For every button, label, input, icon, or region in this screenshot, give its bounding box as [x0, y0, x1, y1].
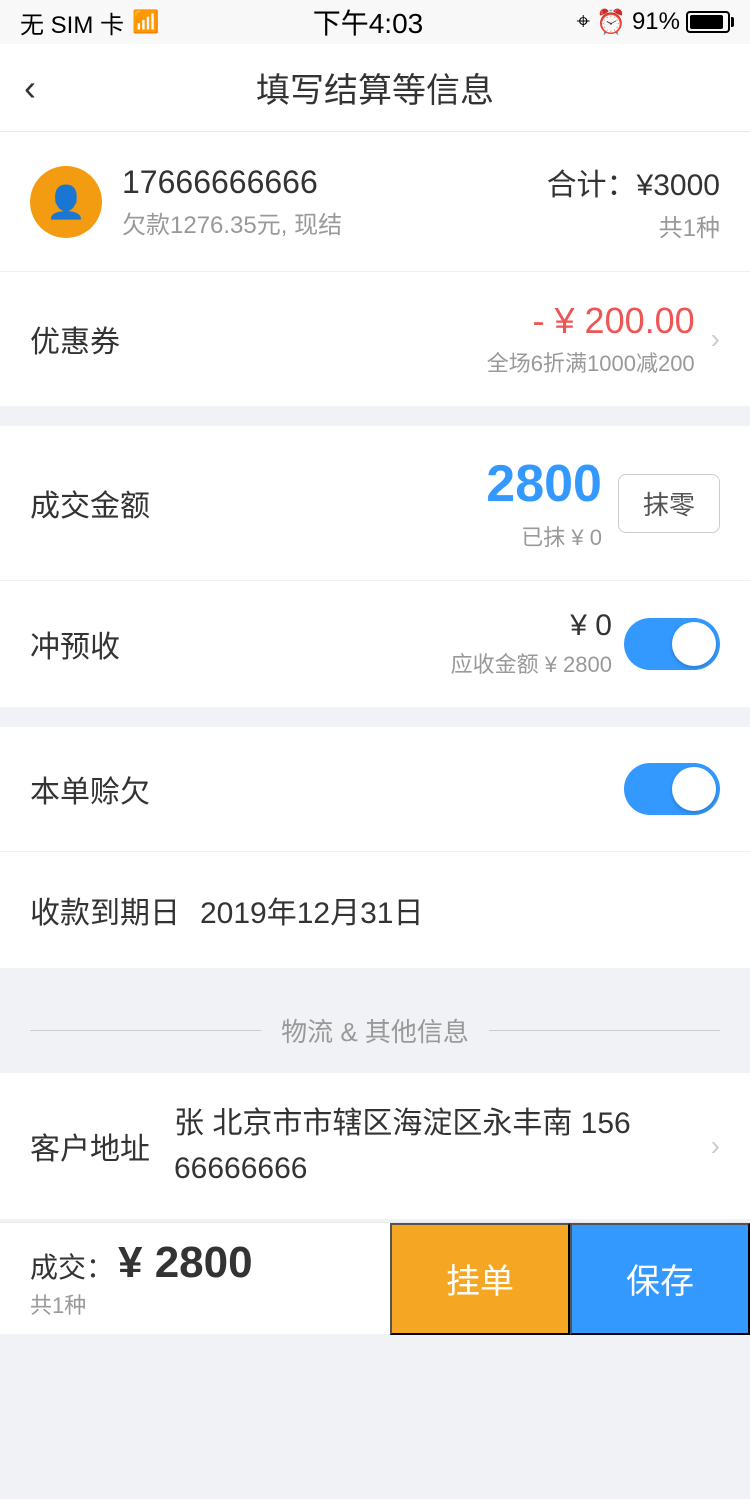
footer-deal-line: 成交： ¥ 2800 — [30, 1238, 360, 1288]
debt-order-label: 本单赊欠 — [30, 767, 150, 811]
footer: 成交： ¥ 2800 共1种 挂单 保存 — [0, 1222, 750, 1334]
back-button[interactable]: ‹ — [24, 67, 36, 109]
user-info: 17666666666 欠款1276.35元, 现结 — [122, 164, 342, 240]
total-amount: 合计：¥3000 — [547, 160, 720, 204]
pre-receive-toggle[interactable] — [624, 618, 720, 670]
section-gap-2 — [0, 707, 750, 727]
deal-amount-value: 2800 — [486, 454, 602, 514]
status-bar: 无 SIM 卡 📶 下午4:03 ⌖ ⏰ 91% — [0, 0, 750, 44]
section-gap-1 — [0, 406, 750, 426]
logistics-divider: 物流 & 其他信息 — [0, 988, 750, 1073]
user-row: 👤 17666666666 欠款1276.35元, 现结 合计：¥3000 共1… — [0, 132, 750, 271]
deal-sub: 已抹 ¥ 0 — [486, 520, 602, 552]
carrier-label: 无 SIM 卡 — [20, 5, 124, 40]
footer-count: 共1种 — [30, 1288, 360, 1320]
logistics-label: 物流 & 其他信息 — [281, 1012, 469, 1049]
coupon-discount: - ¥ 200.00 — [487, 300, 695, 342]
section-gap-3 — [0, 968, 750, 988]
address-label: 客户地址 — [30, 1124, 150, 1168]
status-left: 无 SIM 卡 📶 — [20, 5, 159, 40]
debt-order-toggle[interactable] — [624, 763, 720, 815]
deal-amount-card: 成交金额 2800 已抹 ¥ 0 抹零 冲预收 ¥ 0 应收金额 ¥ 2800 — [0, 426, 750, 707]
due-date-label: 收款到期日 — [30, 888, 180, 932]
battery-percent: 91% — [632, 8, 680, 36]
footer-deal-label: 成交： — [30, 1246, 114, 1286]
status-time: 下午4:03 — [313, 2, 424, 42]
alarm-icon: ⏰ — [596, 8, 626, 37]
hang-order-button[interactable]: 挂单 — [390, 1223, 570, 1335]
nav-bar: ‹ 填写结算等信息 — [0, 44, 750, 132]
coupon-value-group: - ¥ 200.00 全场6折满1000减200 — [487, 300, 695, 378]
user-info-card: 👤 17666666666 欠款1276.35元, 现结 合计：¥3000 共1… — [0, 132, 750, 271]
battery-icon — [686, 11, 730, 33]
user-debt: 欠款1276.35元, 现结 — [122, 205, 342, 240]
divider-line-left — [30, 1030, 261, 1031]
wifi-icon: 📶 — [132, 9, 159, 35]
avatar: 👤 — [30, 166, 102, 238]
divider-line-right — [489, 1030, 720, 1031]
round-off-button[interactable]: 抹零 — [618, 474, 720, 533]
pre-receive-label: 冲预收 — [30, 622, 120, 666]
due-date-row: 收款到期日 2019年12月31日 — [0, 851, 750, 968]
save-button[interactable]: 保存 — [570, 1223, 750, 1335]
due-date-value: 2019年12月31日 — [200, 888, 423, 932]
status-right: ⌖ ⏰ 91% — [577, 8, 730, 37]
user-left: 👤 17666666666 欠款1276.35元, 现结 — [30, 164, 342, 240]
debt-toggle-knob — [672, 767, 716, 811]
pre-receive-value: ¥ 0 — [451, 609, 612, 643]
pre-receive-sub: 应收金额 ¥ 2800 — [451, 647, 612, 679]
deal-amount-label: 成交金额 — [30, 481, 150, 525]
user-phone: 17666666666 — [122, 164, 342, 201]
footer-amount: ¥ 2800 — [118, 1238, 253, 1288]
pre-receive-right: ¥ 0 应收金额 ¥ 2800 — [451, 609, 720, 679]
toggle-knob — [672, 622, 716, 666]
address-value: 张 北京市市辖区海淀区永丰南 156 66666666 — [174, 1101, 707, 1191]
coupon-label: 优惠券 — [30, 317, 120, 361]
coupon-right: - ¥ 200.00 全场6折满1000减200 › — [487, 300, 720, 378]
address-row[interactable]: 客户地址 张 北京市市辖区海淀区永丰南 156 66666666 › — [0, 1073, 750, 1219]
user-right: 合计：¥3000 共1种 — [547, 160, 720, 243]
coupon-row[interactable]: 优惠券 - ¥ 200.00 全场6折满1000减200 › — [0, 271, 750, 406]
debt-order-card: 本单赊欠 收款到期日 2019年12月31日 — [0, 727, 750, 968]
chevron-right-icon: › — [711, 323, 720, 355]
deal-value-group: 2800 已抹 ¥ 0 — [486, 454, 602, 552]
total-count: 共1种 — [547, 208, 720, 243]
coupon-sub: 全场6折满1000减200 — [487, 346, 695, 378]
address-chevron-icon: › — [711, 1130, 720, 1162]
deal-amount-row: 成交金额 2800 已抹 ¥ 0 抹零 — [0, 426, 750, 580]
page-title: 填写结算等信息 — [256, 63, 494, 112]
address-card[interactable]: 客户地址 张 北京市市辖区海淀区永丰南 156 66666666 › — [0, 1073, 750, 1219]
pre-receive-row: 冲预收 ¥ 0 应收金额 ¥ 2800 — [0, 580, 750, 707]
deal-right: 2800 已抹 ¥ 0 抹零 — [486, 454, 720, 552]
footer-summary: 成交： ¥ 2800 共1种 — [0, 1238, 390, 1320]
coupon-card: 优惠券 - ¥ 200.00 全场6折满1000减200 › — [0, 271, 750, 406]
pre-receive-value-group: ¥ 0 应收金额 ¥ 2800 — [451, 609, 612, 679]
avatar-icon: 👤 — [46, 183, 86, 221]
location-icon: ⌖ — [577, 8, 591, 36]
debt-order-row: 本单赊欠 — [0, 727, 750, 851]
